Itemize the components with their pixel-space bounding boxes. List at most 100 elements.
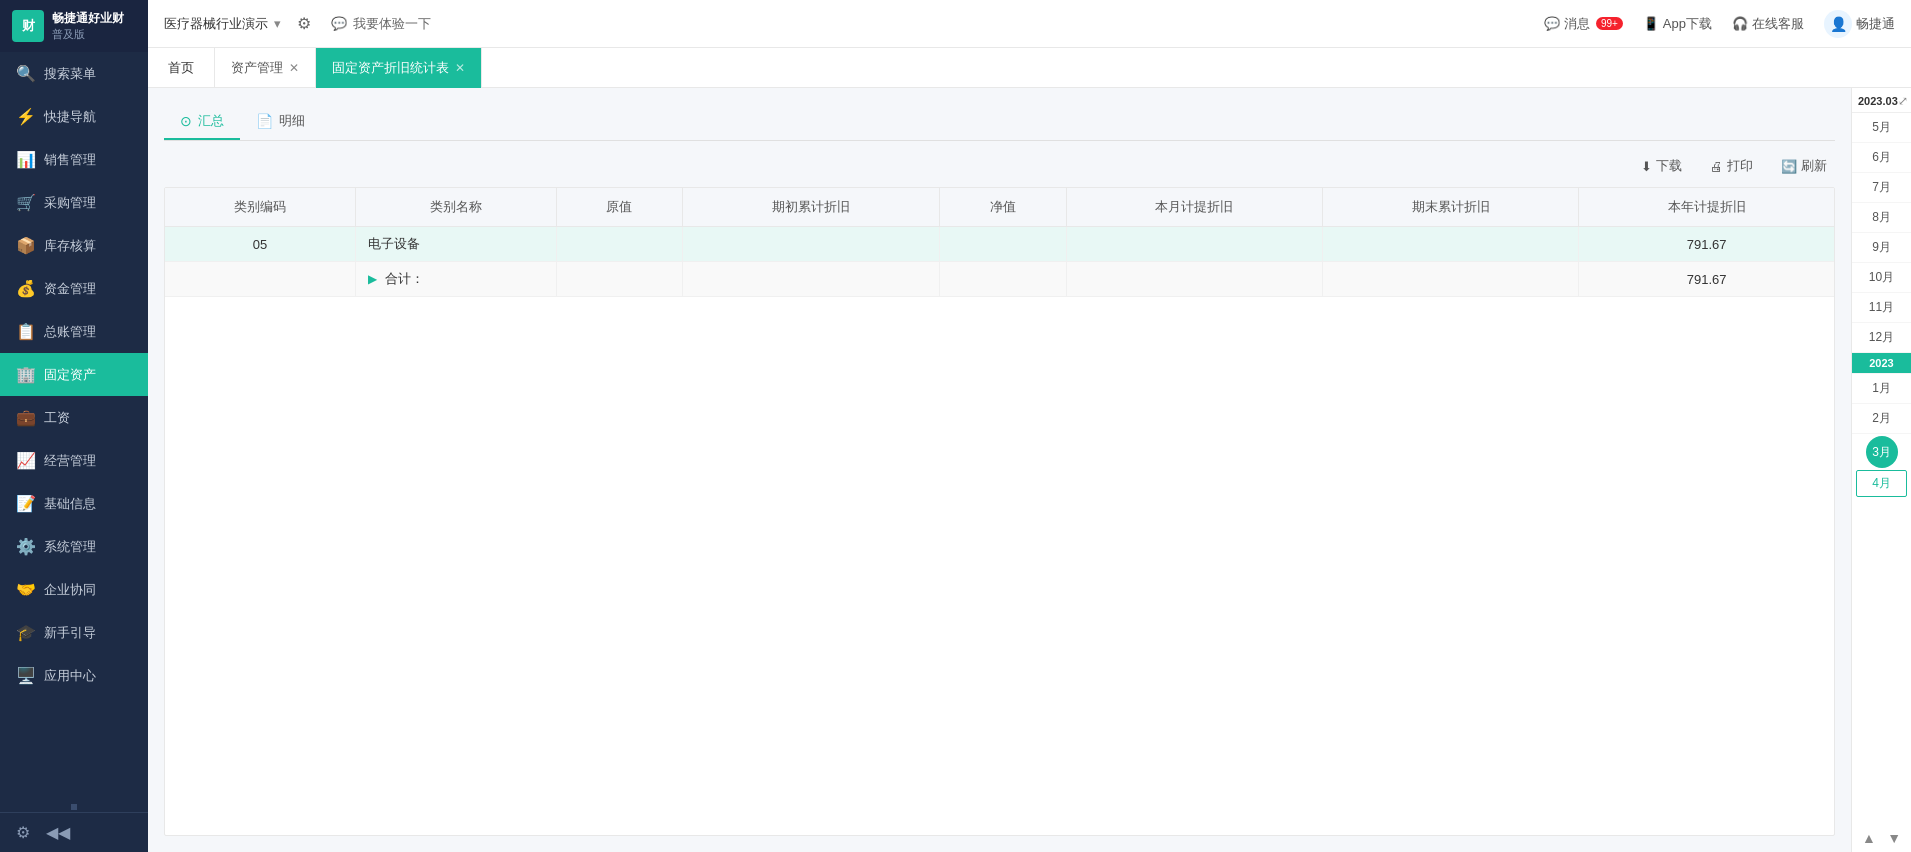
notifications-btn[interactable]: 💬 消息 99+	[1544, 15, 1623, 33]
sidebar-label-assets: 固定资产	[44, 366, 96, 384]
sidebar-item-basicinfo[interactable]: 📝 基础信息	[0, 482, 148, 525]
next-arrow-icon[interactable]: ▼	[1883, 826, 1905, 850]
appcenter-icon: 🖥️	[16, 666, 34, 685]
content-main: ⊙ 汇总 📄 明细 ⬇ 下载 🖨 打印 🔄	[148, 88, 1851, 852]
print-label: 打印	[1727, 157, 1753, 175]
refresh-btn[interactable]: 🔄 刷新	[1773, 153, 1835, 179]
date-panel: 2023.03 ⤢ ✕ 5月 6月 7月 8月 9月 10月 11月 12月 2…	[1851, 88, 1911, 852]
sidebar-item-assets[interactable]: 🏢 固定资产	[0, 353, 148, 396]
topbar-settings-icon[interactable]: ⚙	[297, 14, 311, 33]
sidebar-item-guide[interactable]: 🎓 新手引导	[0, 611, 148, 654]
experience-label: 我要体验一下	[353, 15, 431, 33]
refresh-icon: 🔄	[1781, 159, 1797, 174]
month-6[interactable]: 6月	[1852, 143, 1911, 173]
month-10[interactable]: 10月	[1852, 263, 1911, 293]
logo-badge: 普及版	[52, 27, 124, 42]
month-9[interactable]: 9月	[1852, 233, 1911, 263]
sidebar-item-quicknav[interactable]: ⚡ 快捷导航	[0, 95, 148, 138]
month-5[interactable]: 5月	[1852, 113, 1911, 143]
download-btn[interactable]: ⬇ 下载	[1633, 153, 1690, 179]
nav-arrows: ▲ ▼	[1852, 824, 1911, 852]
summary-net	[939, 262, 1066, 297]
sidebar-label-enterprise: 企业协同	[44, 581, 96, 599]
month-2023-3[interactable]: 3月	[1866, 436, 1898, 468]
row-ending	[1323, 227, 1579, 262]
summary-monthly	[1066, 262, 1322, 297]
print-btn[interactable]: 🖨 打印	[1702, 153, 1761, 179]
tab-asset-mgmt[interactable]: 资产管理 ✕	[215, 48, 316, 88]
sidebar-menu: 🔍 搜索菜单 ⚡ 快捷导航 📊 销售管理 🛒 采购管理 📦 库存核算 💰 资金管…	[0, 52, 148, 802]
sidebar-item-sales[interactable]: 📊 销售管理	[0, 138, 148, 181]
user-menu-btn[interactable]: 👤 畅捷通	[1824, 10, 1895, 38]
month-2023-1[interactable]: 1月	[1852, 374, 1911, 404]
row-annual: 791.67	[1579, 227, 1834, 262]
collapse-footer-icon[interactable]: ◀◀	[46, 823, 70, 842]
table-row[interactable]: 05 电子设备 791.67	[165, 227, 1834, 262]
tab-asset-mgmt-close[interactable]: ✕	[289, 61, 299, 75]
col-name: 类别名称	[355, 188, 556, 227]
notifications-icon: 💬	[1544, 16, 1560, 31]
operations-icon: 📈	[16, 451, 34, 470]
logo-text-block: 畅捷通好业财 普及版	[52, 10, 124, 42]
tabs-bar: 首页 资产管理 ✕ 固定资产折旧统计表 ✕	[148, 48, 1911, 88]
prev-arrow-icon[interactable]: ▲	[1858, 826, 1880, 850]
month-2023-4[interactable]: 4月	[1856, 470, 1907, 497]
detail-tab-label: 明细	[279, 112, 305, 130]
tab-detail[interactable]: 📄 明细	[240, 104, 321, 140]
detail-tab-icon: 📄	[256, 113, 273, 129]
sidebar-item-purchase[interactable]: 🛒 采购管理	[0, 181, 148, 224]
col-annual: 本年计提折旧	[1579, 188, 1834, 227]
sidebar-label-search: 搜索菜单	[44, 65, 96, 83]
tab-depreciation-close[interactable]: ✕	[455, 61, 465, 75]
month-11[interactable]: 11月	[1852, 293, 1911, 323]
col-beginning: 期初累计折旧	[683, 188, 939, 227]
sidebar-item-operations[interactable]: 📈 经营管理	[0, 439, 148, 482]
app-download-icon: 📱	[1643, 16, 1659, 31]
purchase-icon: 🛒	[16, 193, 34, 212]
col-monthly: 本月计提折旧	[1066, 188, 1322, 227]
customer-service-icon: 🎧	[1732, 16, 1748, 31]
scroll-indicator	[71, 804, 77, 810]
settings-footer-icon[interactable]: ⚙	[16, 823, 30, 842]
customer-service-btn[interactable]: 🎧 在线客服	[1732, 15, 1804, 33]
month-8[interactable]: 8月	[1852, 203, 1911, 233]
month-12[interactable]: 12月	[1852, 323, 1911, 353]
sidebar-item-search[interactable]: 🔍 搜索菜单	[0, 52, 148, 95]
experience-btn[interactable]: 💬 我要体验一下	[331, 15, 431, 33]
sidebar-item-inventory[interactable]: 📦 库存核算	[0, 224, 148, 267]
logo-icon: 财	[12, 10, 44, 42]
sidebar-item-ledger[interactable]: 📋 总账管理	[0, 310, 148, 353]
sidebar-item-finance[interactable]: 💰 资金管理	[0, 267, 148, 310]
download-icon: ⬇	[1641, 159, 1652, 174]
tab-summary[interactable]: ⊙ 汇总	[164, 104, 240, 140]
month-7[interactable]: 7月	[1852, 173, 1911, 203]
customer-service-label: 在线客服	[1752, 15, 1804, 33]
summary-code	[165, 262, 355, 297]
date-panel-header: 2023.03	[1858, 95, 1898, 107]
tab-home[interactable]: 首页	[148, 48, 215, 88]
company-selector[interactable]: 医疗器械行业演示 ▾	[164, 15, 281, 33]
month-2023-2[interactable]: 2月	[1852, 404, 1911, 434]
sidebar-label-basicinfo: 基础信息	[44, 495, 96, 513]
date-panel-expand-icon[interactable]: ⤢	[1898, 94, 1908, 108]
main-area: 医疗器械行业演示 ▾ ⚙ 💬 我要体验一下 💬 消息 99+ 📱 App下载 🎧…	[148, 0, 1911, 852]
sidebar-item-appcenter[interactable]: 🖥️ 应用中心	[0, 654, 148, 697]
inventory-icon: 📦	[16, 236, 34, 255]
tab-depreciation[interactable]: 固定资产折旧统计表 ✕	[316, 48, 482, 88]
sidebar-item-sysadmin[interactable]: ⚙️ 系统管理	[0, 525, 148, 568]
sidebar-item-payroll[interactable]: 💼 工资	[0, 396, 148, 439]
col-original: 原值	[556, 188, 683, 227]
sidebar-footer: ⚙ ◀◀	[0, 812, 148, 852]
topbar: 医疗器械行业演示 ▾ ⚙ 💬 我要体验一下 💬 消息 99+ 📱 App下载 🎧…	[148, 0, 1911, 48]
row-beginning	[683, 227, 939, 262]
tab-asset-mgmt-label: 资产管理	[231, 59, 283, 77]
summary-tab-icon: ⊙	[180, 113, 192, 129]
app-download-btn[interactable]: 📱 App下载	[1643, 15, 1712, 33]
quicknav-icon: ⚡	[16, 107, 34, 126]
sidebar-item-enterprise[interactable]: 🤝 企业协同	[0, 568, 148, 611]
toolbar: ⬇ 下载 🖨 打印 🔄 刷新	[164, 153, 1835, 179]
summary-annual: 791.67	[1579, 262, 1834, 297]
enterprise-icon: 🤝	[16, 580, 34, 599]
col-ending: 期末累计折旧	[1323, 188, 1579, 227]
refresh-label: 刷新	[1801, 157, 1827, 175]
